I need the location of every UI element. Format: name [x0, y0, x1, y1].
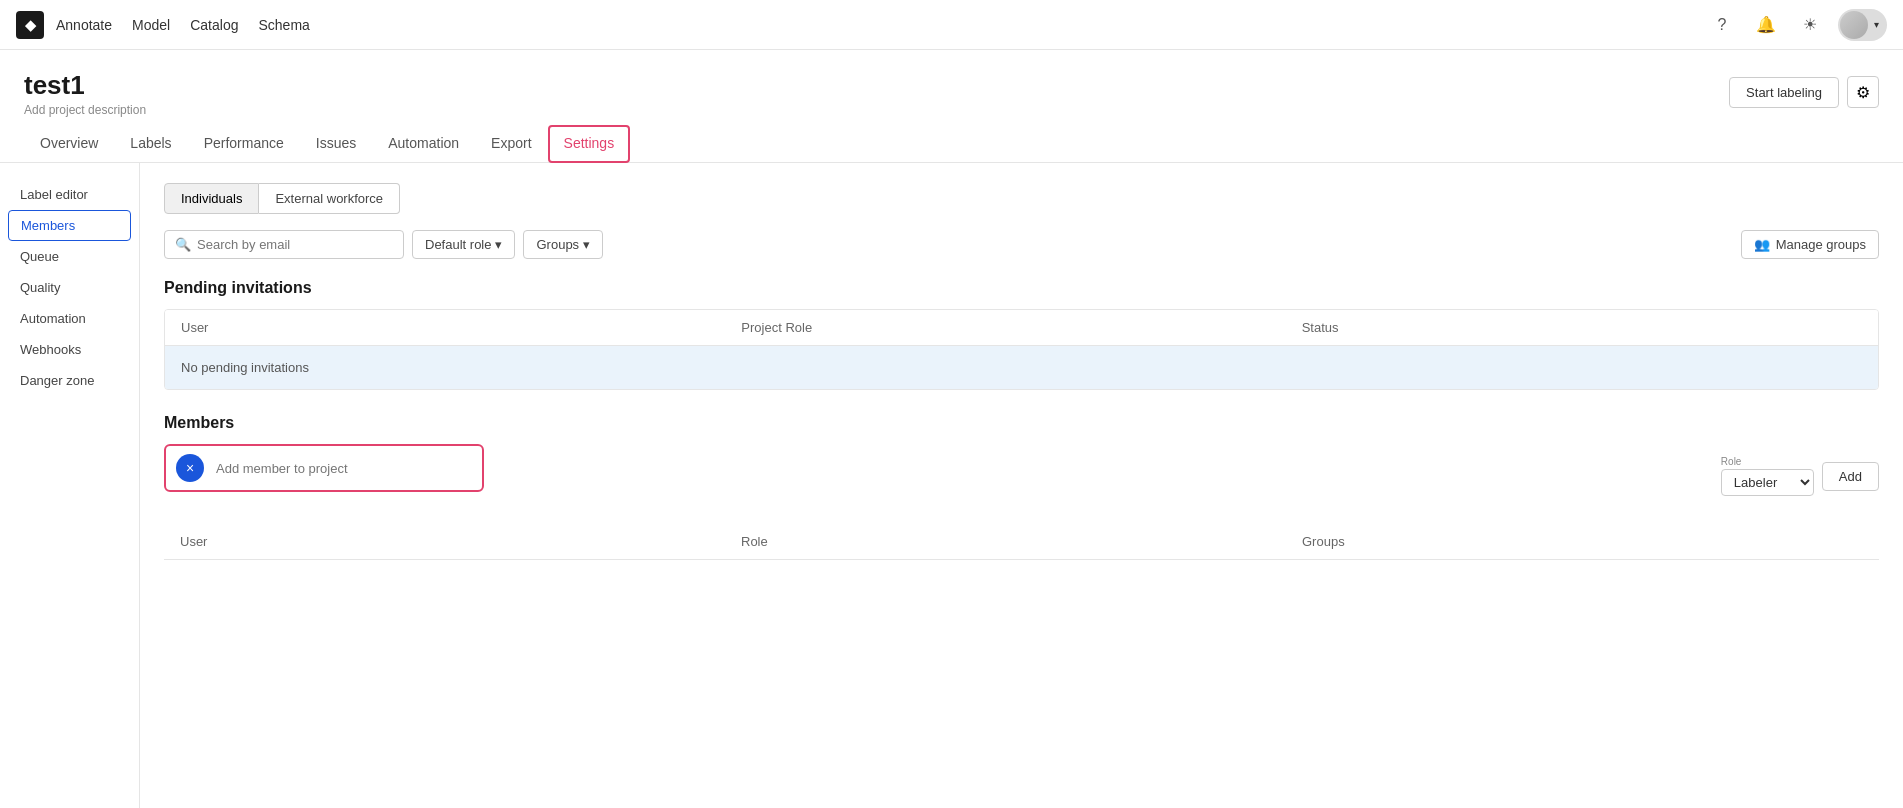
topnav-links: Annotate Model Catalog Schema	[56, 17, 310, 33]
sidebar-item-label-editor[interactable]: Label editor	[0, 179, 139, 210]
search-input-wrap: 🔍	[164, 230, 404, 259]
notifications-icon-button[interactable]: 🔔	[1750, 9, 1782, 41]
members-table-header: User Role Groups	[164, 524, 1879, 560]
tab-performance[interactable]: Performance	[188, 125, 300, 163]
add-member-row: ×	[164, 444, 484, 492]
col-project-role: Project Role	[741, 320, 1301, 335]
pending-invitations-table: User Project Role Status No pending invi…	[164, 309, 1879, 390]
manage-groups-icon: 👥	[1754, 237, 1770, 252]
no-pending-invitations: No pending invitations	[165, 346, 1878, 389]
logo[interactable]: ◆	[16, 11, 44, 39]
tab-overview[interactable]: Overview	[24, 125, 114, 163]
chevron-down-icon: ▾	[583, 237, 590, 252]
topnav: ◆ Annotate Model Catalog Schema ? 🔔 ☀ ▾	[0, 0, 1903, 50]
role-select-wrap: Role Labeler Reviewer Manager Owner	[1721, 456, 1814, 496]
role-select[interactable]: Labeler Reviewer Manager Owner	[1721, 469, 1814, 496]
chevron-down-icon: ▾	[495, 237, 502, 252]
sidebar-item-danger-zone[interactable]: Danger zone	[0, 365, 139, 396]
col-status: Status	[1302, 320, 1862, 335]
filter-bar: 🔍 Default role ▾ Groups ▾ 👥 Manage group…	[164, 230, 1879, 259]
clear-icon: ×	[186, 460, 194, 476]
page-description[interactable]: Add project description	[24, 103, 146, 117]
nav-annotate[interactable]: Annotate	[56, 17, 112, 33]
settings-gear-button[interactable]: ⚙	[1847, 76, 1879, 108]
members-col-groups: Groups	[1302, 534, 1863, 549]
sidebar-item-quality[interactable]: Quality	[0, 272, 139, 303]
members-section: Members × Role Labeler Reviewer Manager	[164, 414, 1879, 560]
sub-tabs: Individuals External workforce	[164, 183, 1879, 214]
sub-tab-individuals[interactable]: Individuals	[164, 183, 259, 214]
sidebar-item-webhooks[interactable]: Webhooks	[0, 334, 139, 365]
groups-dropdown[interactable]: Groups ▾	[523, 230, 603, 259]
members-col-role: Role	[741, 534, 1302, 549]
chevron-down-icon: ▾	[1874, 19, 1879, 30]
nav-schema[interactable]: Schema	[258, 17, 309, 33]
sidebar-item-automation[interactable]: Automation	[0, 303, 139, 334]
page-title: test1	[24, 70, 146, 101]
page-header-left: test1 Add project description	[24, 70, 146, 117]
content-area: Individuals External workforce 🔍 Default…	[140, 163, 1903, 808]
sidebar-item-members[interactable]: Members	[8, 210, 131, 241]
tab-automation[interactable]: Automation	[372, 125, 475, 163]
add-member-controls: Role Labeler Reviewer Manager Owner Add	[1721, 456, 1879, 496]
groups-label: Groups	[536, 237, 579, 252]
logo-icon: ◆	[25, 17, 36, 33]
members-col-user: User	[180, 534, 741, 549]
sidebar: Label editor Members Queue Quality Autom…	[0, 163, 140, 808]
manage-groups-button[interactable]: 👥 Manage groups	[1741, 230, 1879, 259]
pending-invitations-title: Pending invitations	[164, 279, 1879, 297]
topnav-right: ? 🔔 ☀ ▾	[1706, 9, 1887, 41]
members-title: Members	[164, 414, 1879, 432]
tab-settings[interactable]: Settings	[548, 125, 631, 163]
help-icon-button[interactable]: ?	[1706, 9, 1738, 41]
avatar-image	[1840, 11, 1868, 39]
theme-icon-button[interactable]: ☀	[1794, 9, 1826, 41]
user-avatar[interactable]: ▾	[1838, 9, 1887, 41]
add-button[interactable]: Add	[1822, 462, 1879, 491]
default-role-label: Default role	[425, 237, 491, 252]
main-layout: Label editor Members Queue Quality Autom…	[0, 163, 1903, 808]
gear-icon: ⚙	[1856, 83, 1870, 102]
clear-add-member-button[interactable]: ×	[176, 454, 204, 482]
nav-model[interactable]: Model	[132, 17, 170, 33]
manage-groups-label: Manage groups	[1776, 237, 1866, 252]
sub-tab-external-workforce[interactable]: External workforce	[259, 183, 400, 214]
tab-bar: Overview Labels Performance Issues Autom…	[0, 125, 1903, 163]
tab-labels[interactable]: Labels	[114, 125, 187, 163]
tab-export[interactable]: Export	[475, 125, 547, 163]
search-icon: 🔍	[175, 237, 191, 252]
sidebar-item-queue[interactable]: Queue	[0, 241, 139, 272]
role-label: Role	[1721, 456, 1814, 467]
page-header-right: Start labeling ⚙	[1729, 76, 1879, 108]
add-member-input[interactable]	[212, 459, 472, 478]
col-user: User	[181, 320, 741, 335]
default-role-dropdown[interactable]: Default role ▾	[412, 230, 515, 259]
nav-catalog[interactable]: Catalog	[190, 17, 238, 33]
tab-issues[interactable]: Issues	[300, 125, 372, 163]
page-header: test1 Add project description Start labe…	[0, 50, 1903, 125]
start-labeling-button[interactable]: Start labeling	[1729, 77, 1839, 108]
pending-invitations-header: User Project Role Status	[165, 310, 1878, 346]
search-input[interactable]	[197, 237, 393, 252]
